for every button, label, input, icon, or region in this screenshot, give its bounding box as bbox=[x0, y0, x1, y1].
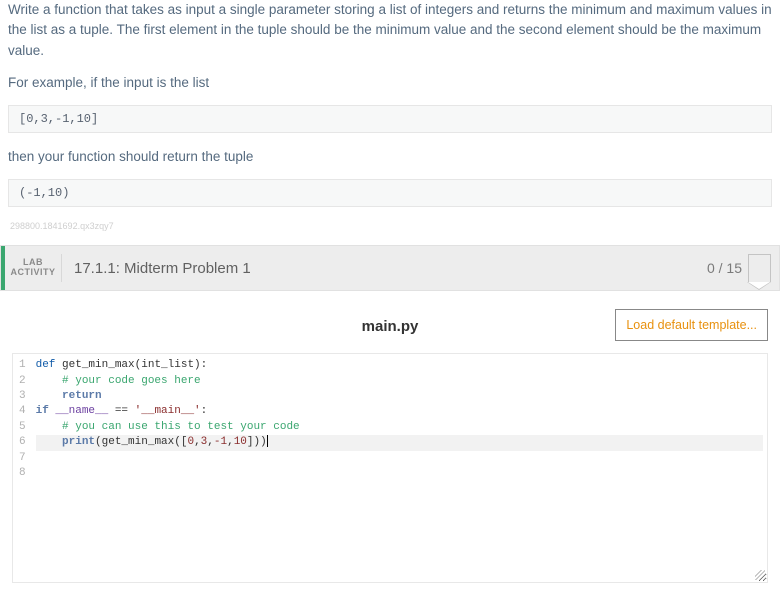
line-number: 2 bbox=[19, 374, 26, 389]
line-number: 5 bbox=[19, 420, 26, 435]
line-number: 1 bbox=[19, 358, 26, 373]
editor-section: main.py Load default template... 1234567… bbox=[0, 291, 780, 593]
code-area[interactable]: def get_min_max(int_list): # your code g… bbox=[34, 354, 767, 485]
lab-score: 0 / 15 bbox=[707, 246, 779, 290]
prompt-example-mid: then your function should return the tup… bbox=[8, 147, 772, 167]
prompt-paragraph-1: Write a function that takes as input a s… bbox=[8, 0, 772, 61]
example-output-code: (-1,10) bbox=[8, 179, 772, 207]
line-number: 6 bbox=[19, 435, 26, 450]
code-line[interactable]: return bbox=[36, 389, 763, 404]
load-default-template-button[interactable]: Load default template... bbox=[615, 309, 768, 341]
line-number: 8 bbox=[19, 466, 26, 481]
lab-title: 17.1.1: Midterm Problem 1 bbox=[62, 246, 707, 290]
line-number: 4 bbox=[19, 404, 26, 419]
badge-icon bbox=[748, 254, 771, 282]
lab-type-label: LAB ACTIVITY bbox=[5, 246, 61, 290]
content-hash: 298800.1841692.qx3zqy7 bbox=[8, 221, 772, 231]
prompt-example-intro: For example, if the input is the list bbox=[8, 73, 772, 93]
example-input-code: [0,3,-1,10] bbox=[8, 105, 772, 133]
line-number: 7 bbox=[19, 451, 26, 466]
file-name: main.py bbox=[362, 318, 419, 335]
file-header: main.py Load default template... bbox=[12, 307, 768, 345]
code-line[interactable]: # you can use this to test your code bbox=[36, 420, 763, 435]
line-number: 3 bbox=[19, 389, 26, 404]
code-line[interactable]: if __name__ == '__main__': bbox=[36, 404, 763, 419]
text-cursor bbox=[267, 435, 268, 447]
code-editor[interactable]: 12345678 def get_min_max(int_list): # yo… bbox=[12, 353, 768, 583]
lab-header: LAB ACTIVITY 17.1.1: Midterm Problem 1 0… bbox=[0, 245, 780, 291]
code-line[interactable]: def get_min_max(int_list): bbox=[36, 358, 763, 373]
line-gutter: 12345678 bbox=[13, 354, 34, 485]
resize-handle-icon[interactable] bbox=[755, 570, 765, 580]
lab-label-line2: ACTIVITY bbox=[10, 268, 55, 278]
code-line[interactable]: print(get_min_max([0,3,-1,10])) bbox=[36, 435, 763, 450]
code-line[interactable]: # your code goes here bbox=[36, 374, 763, 389]
problem-description: Write a function that takes as input a s… bbox=[0, 0, 780, 245]
score-text: 0 / 15 bbox=[707, 260, 742, 276]
